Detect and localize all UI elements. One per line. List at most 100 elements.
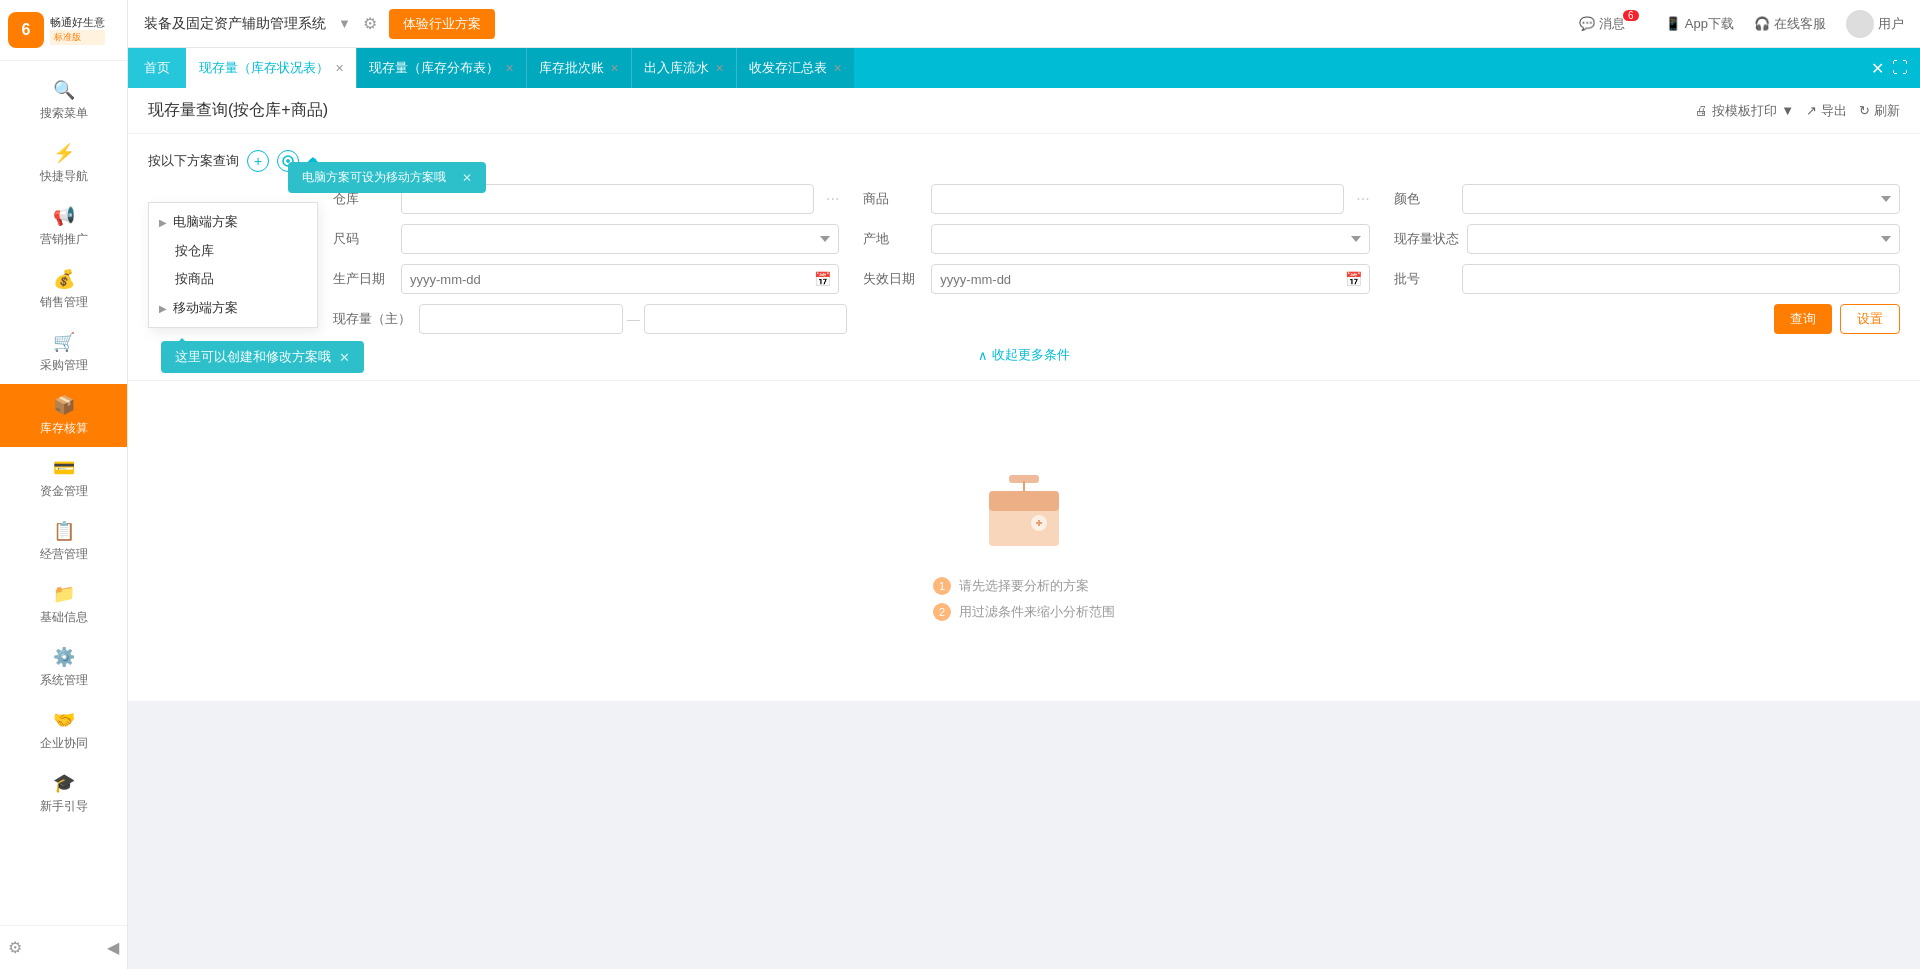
refresh-btn[interactable]: ↻ 刷新 <box>1859 102 1900 120</box>
sidebar-item-finance[interactable]: 💳 资金管理 <box>0 447 127 510</box>
tab-stock-status[interactable]: 现存量（库存状况表） ✕ <box>186 48 356 88</box>
tab-close-all-icon[interactable]: ✕ <box>1871 59 1884 78</box>
tab-stock-batch[interactable]: 库存批次账 ✕ <box>526 48 631 88</box>
scheme-item-warehouse[interactable]: 按仓库 <box>149 237 317 265</box>
batch-input[interactable] <box>1462 264 1900 294</box>
sidebar-item-inventory[interactable]: 📦 库存核算 <box>0 384 127 447</box>
size-label: 尺码 <box>333 230 393 248</box>
stock-main-to[interactable] <box>644 304 848 334</box>
filter-produce-date: 生产日期 📅 <box>333 264 839 294</box>
collapse-btn-label: 收起更多条件 <box>992 346 1070 364</box>
expire-date-picker: 📅 <box>931 264 1369 294</box>
sidebar-item-guide[interactable]: 🎓 新手引导 <box>0 762 127 825</box>
finance-icon: 💳 <box>53 457 75 479</box>
settings-icon[interactable]: ⚙ <box>8 938 22 957</box>
app-download-btn[interactable]: 📱 App下载 <box>1665 15 1734 33</box>
scheme-tooltip-arrow <box>308 154 318 164</box>
empty-step-1: 1 请先选择要分析的方案 <box>933 577 1115 595</box>
sidebar-label-sales: 销售管理 <box>40 294 88 311</box>
print-btn[interactable]: 🖨 按模板打印 ▼ <box>1695 102 1794 120</box>
warehouse-dots[interactable]: ··· <box>826 190 839 208</box>
industry-btn[interactable]: 体验行业方案 <box>389 9 495 39</box>
tab-home[interactable]: 首页 <box>128 48 186 88</box>
collapse-btn[interactable]: ∧ 收起更多条件 <box>148 346 1900 364</box>
search-btn[interactable]: 查询 <box>1774 304 1832 334</box>
sidebar-item-system[interactable]: ⚙️ 系统管理 <box>0 636 127 699</box>
settings-gear-icon[interactable]: ⚙ <box>363 14 377 33</box>
scheme-tree-pc[interactable]: ▶ 电脑端方案 <box>149 207 317 237</box>
sidebar-label-nav: 快捷导航 <box>40 168 88 185</box>
scheme-tree-mobile[interactable]: ▶ 移动端方案 <box>149 293 317 323</box>
filter-section: 按以下方案查询 + « <box>128 134 1920 381</box>
empty-step-2-text: 用过滤条件来缩小分析范围 <box>959 603 1115 621</box>
tab-stock-dist-close[interactable]: ✕ <box>505 62 514 75</box>
message-btn[interactable]: 💬 消息 6 <box>1579 15 1645 33</box>
color-select[interactable] <box>1462 184 1900 214</box>
sidebar-item-nav[interactable]: ⚡ 快捷导航 <box>0 132 127 195</box>
tab-collect-summary-close[interactable]: ✕ <box>833 62 842 75</box>
sidebar-label-system: 系统管理 <box>40 672 88 689</box>
tab-stock-dist[interactable]: 现存量（库存分布表） ✕ <box>356 48 526 88</box>
origin-select[interactable] <box>931 224 1369 254</box>
scheme-tooltip-close[interactable]: ✕ <box>462 171 472 185</box>
scheme-item-goods[interactable]: 按商品 <box>149 265 317 293</box>
header-left: 装备及固定资产辅助管理系统 ▼ ⚙ 体验行业方案 <box>144 9 495 39</box>
reset-btn[interactable]: 设置 <box>1840 304 1900 334</box>
empty-svg-icon <box>964 461 1084 561</box>
main-content: 装备及固定资产辅助管理系统 ▼ ⚙ 体验行业方案 💬 消息 6 📱 App下载 … <box>128 0 1920 969</box>
add-scheme-btn[interactable]: + <box>247 150 269 172</box>
tab-stock-flow-close[interactable]: ✕ <box>715 62 724 75</box>
filter-grid-wrapper: 仓库 ··· 商品 ··· 颜色 <box>333 184 1900 334</box>
empty-illustration <box>964 461 1084 561</box>
message-label: 消息 <box>1599 15 1625 33</box>
page-actions: 🖨 按模板打印 ▼ ↗ 导出 ↻ 刷新 <box>1695 102 1900 120</box>
stock-state-select[interactable] <box>1467 224 1900 254</box>
goods-input[interactable] <box>931 184 1344 214</box>
tab-collect-summary[interactable]: 收发存汇总表 ✕ <box>736 48 854 88</box>
scheme-tree-mobile-label: 移动端方案 <box>173 299 238 317</box>
sales-icon: 💰 <box>53 268 75 290</box>
tab-stock-flow[interactable]: 出入库流水 ✕ <box>631 48 736 88</box>
tab-fullscreen-icon[interactable]: ⛶ <box>1892 59 1908 77</box>
header-dropdown-icon[interactable]: ▼ <box>338 16 351 31</box>
collapse-sidebar-icon[interactable]: ◀ <box>107 938 119 957</box>
goods-label: 商品 <box>863 190 923 208</box>
empty-step-2: 2 用过滤条件来缩小分析范围 <box>933 603 1115 621</box>
tab-bar: 首页 现存量（库存状况表） ✕ 现存量（库存分布表） ✕ 库存批次账 ✕ 出入库… <box>128 48 1920 88</box>
produce-date-input[interactable] <box>401 264 839 294</box>
sidebar-item-enterprise[interactable]: 🤝 企业协同 <box>0 699 127 762</box>
stock-main-from[interactable] <box>419 304 623 334</box>
filter-origin: 产地 <box>863 224 1369 254</box>
export-btn[interactable]: ↗ 导出 <box>1806 102 1847 120</box>
origin-label: 产地 <box>863 230 923 248</box>
sidebar-item-marketing[interactable]: 📢 营销推广 <box>0 195 127 258</box>
size-select[interactable] <box>401 224 839 254</box>
headset-icon: 🎧 <box>1754 16 1770 31</box>
sidebar-item-basic[interactable]: 📁 基础信息 <box>0 573 127 636</box>
sidebar-footer: ⚙ ◀ <box>0 925 127 969</box>
sidebar-label-search: 搜索菜单 <box>40 105 88 122</box>
produce-date-label: 生产日期 <box>333 270 393 288</box>
export-icon: ↗ <box>1806 103 1817 118</box>
filter-row-2: 尺码 产地 <box>333 224 1900 254</box>
tab-stock-batch-close[interactable]: ✕ <box>610 62 619 75</box>
user-btn[interactable]: 用户 <box>1846 10 1904 38</box>
expire-date-input[interactable] <box>931 264 1369 294</box>
tab-home-label: 首页 <box>144 59 170 77</box>
phone-icon: 📱 <box>1665 16 1681 31</box>
sidebar-item-purchase[interactable]: 🛒 采购管理 <box>0 321 127 384</box>
filter-expire-date: 失效日期 📅 <box>863 264 1369 294</box>
guide-icon: 🎓 <box>53 772 75 794</box>
sidebar-item-operations[interactable]: 📋 经营管理 <box>0 510 127 573</box>
sidebar-item-sales[interactable]: 💰 销售管理 <box>0 258 127 321</box>
create-tooltip-close[interactable]: ✕ <box>339 350 350 365</box>
svg-rect-6 <box>1009 475 1039 483</box>
online-support-btn[interactable]: 🎧 在线客服 <box>1754 15 1826 33</box>
scheme-tree-pc-label: 电脑端方案 <box>173 213 238 231</box>
filter-row-1: 仓库 ··· 商品 ··· 颜色 <box>333 184 1900 214</box>
sidebar-item-search[interactable]: 🔍 搜索菜单 <box>0 69 127 132</box>
tab-stock-status-close[interactable]: ✕ <box>335 62 344 75</box>
filter-action-btns: 查询 设置 <box>871 304 1900 334</box>
sidebar-label-inventory: 库存核算 <box>40 420 88 437</box>
goods-dots[interactable]: ··· <box>1356 190 1369 208</box>
